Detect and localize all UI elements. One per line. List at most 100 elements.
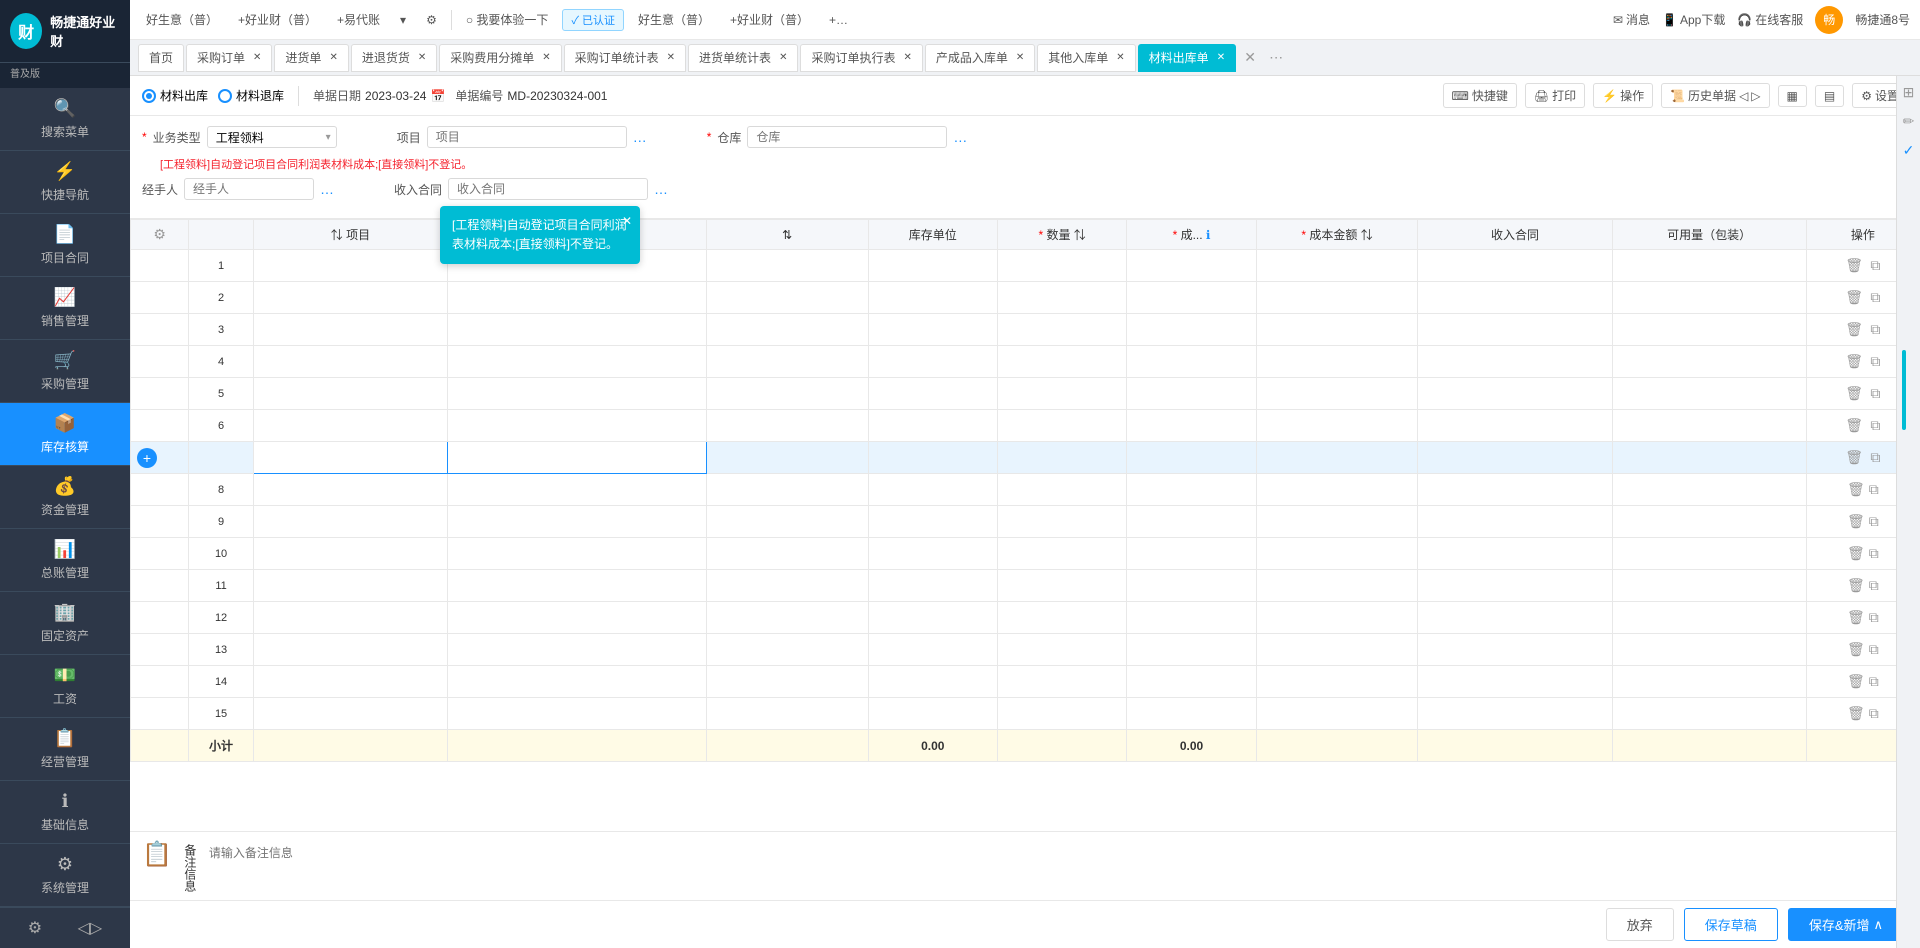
- sidebar-item-inventory[interactable]: 📦 库存核算: [0, 403, 130, 466]
- tab-home[interactable]: 首页: [138, 44, 184, 72]
- copy-row-btn[interactable]: ⧉: [1869, 609, 1879, 625]
- view-list-btn[interactable]: ▦: [1778, 85, 1807, 107]
- handler-input[interactable]: [184, 178, 314, 200]
- copy-row-btn[interactable]: ⧉: [1869, 705, 1879, 721]
- topnav-dropdown-arrow[interactable]: ▾: [394, 9, 412, 31]
- spec-cell[interactable]: [706, 314, 868, 346]
- unit-cell[interactable]: [868, 282, 997, 314]
- col-settings-header[interactable]: ⚙: [131, 220, 189, 250]
- online-service-btn[interactable]: 🎧 在线客服: [1737, 11, 1803, 28]
- sidebar-item-payroll[interactable]: 💵 工资: [0, 655, 130, 718]
- topnav-good-biz2[interactable]: 好生意（普）: [632, 7, 716, 32]
- tab-close[interactable]: ✕: [903, 52, 911, 63]
- view-detail-btn[interactable]: ▤: [1815, 85, 1844, 107]
- delete-row-btn[interactable]: 🗑: [1847, 481, 1865, 497]
- income-contract-cell[interactable]: [1418, 282, 1612, 314]
- settings-bottom-icon[interactable]: ⚙: [28, 918, 42, 938]
- sidebar-item-operation[interactable]: 📋 经营管理: [0, 718, 130, 781]
- right-panel-icon-1[interactable]: ⊞: [1903, 84, 1915, 101]
- tab-bar-more[interactable]: ⋯: [1264, 46, 1288, 70]
- operation-btn[interactable]: ⚡ 操作: [1593, 83, 1653, 108]
- delete-row-btn[interactable]: 🗑: [1847, 641, 1865, 657]
- copy-row-btn[interactable]: ⧉: [1870, 417, 1880, 433]
- right-panel-icon-3[interactable]: ✓: [1903, 142, 1915, 159]
- radio-material-out[interactable]: 材料出库: [142, 87, 208, 104]
- delete-row-btn[interactable]: 🗑: [1845, 417, 1863, 433]
- material-cell-active[interactable]: [448, 442, 707, 474]
- cost-price-cell[interactable]: [1127, 250, 1256, 282]
- cost-amount-cell[interactable]: [1256, 314, 1418, 346]
- history-btn[interactable]: 📜 历史单据 ◁ ▷: [1661, 83, 1769, 108]
- tab-close[interactable]: ✕: [1016, 52, 1024, 63]
- tab-close[interactable]: ✕: [1116, 52, 1124, 63]
- copy-row-btn[interactable]: ⧉: [1870, 321, 1880, 337]
- tooltip-close-btn[interactable]: ✕: [622, 212, 632, 231]
- tab-close[interactable]: ✕: [667, 52, 675, 63]
- sidebar-item-project[interactable]: 📄 项目合同: [0, 214, 130, 277]
- add-row-btn[interactable]: +: [137, 448, 157, 468]
- sidebar-item-ledger[interactable]: 📊 总账管理: [0, 529, 130, 592]
- sidebar-item-finance[interactable]: 💰 资金管理: [0, 466, 130, 529]
- col-settings-icon[interactable]: ⚙: [153, 226, 166, 242]
- tab-close[interactable]: ✕: [1217, 52, 1225, 63]
- tab-other-inbound[interactable]: 其他入库单 ✕: [1037, 44, 1135, 72]
- biztype-input[interactable]: [207, 126, 337, 148]
- tab-material-outbound[interactable]: 材料出库单 ✕: [1138, 44, 1236, 72]
- project-cell[interactable]: [253, 314, 447, 346]
- save-new-btn[interactable]: 保存&新增 ∧: [1788, 908, 1904, 941]
- copy-row-btn[interactable]: ⧉: [1870, 289, 1880, 305]
- available-cell[interactable]: [1612, 314, 1806, 346]
- project-cell[interactable]: [253, 282, 447, 314]
- income-contract-cell[interactable]: [1418, 314, 1612, 346]
- tab-finished-goods[interactable]: 产成品入库单 ✕: [925, 44, 1035, 72]
- copy-row-btn[interactable]: ⧉: [1869, 577, 1879, 593]
- discard-btn[interactable]: 放弃: [1606, 908, 1674, 941]
- quantity-cell[interactable]: [997, 282, 1126, 314]
- sidebar-item-system[interactable]: ⚙ 系统管理: [0, 844, 130, 907]
- user-name[interactable]: 畅捷通8号: [1855, 11, 1910, 28]
- quantity-cell[interactable]: [997, 250, 1126, 282]
- delete-row-btn[interactable]: 🗑: [1845, 289, 1863, 305]
- tab-purchase-order[interactable]: 采购订单 ✕: [186, 44, 272, 72]
- available-cell[interactable]: [1612, 250, 1806, 282]
- tab-purchase-expense[interactable]: 采购费用分摊单 ✕: [439, 44, 561, 72]
- topnav-good-biz[interactable]: 好生意（普）: [140, 7, 224, 32]
- delete-row-btn[interactable]: 🗑: [1845, 353, 1863, 369]
- delete-row-btn[interactable]: 🗑: [1847, 609, 1865, 625]
- project-input[interactable]: [427, 126, 627, 148]
- notes-input[interactable]: [209, 840, 1908, 880]
- right-panel-icon-2[interactable]: ✏: [1903, 113, 1915, 130]
- collapse-icon[interactable]: ◁▷: [78, 918, 103, 938]
- col-spec-header[interactable]: ⇅: [706, 220, 868, 250]
- tab-purchase-execute[interactable]: 采购订单执行表 ✕: [800, 44, 922, 72]
- copy-row-btn[interactable]: ⧉: [1869, 673, 1879, 689]
- copy-row-btn[interactable]: ⧉: [1869, 545, 1879, 561]
- sidebar-item-purchase[interactable]: 🛒 采购管理: [0, 340, 130, 403]
- copy-row-btn[interactable]: ⧉: [1870, 257, 1880, 273]
- tab-close[interactable]: ✕: [542, 52, 550, 63]
- tab-close[interactable]: ✕: [253, 52, 261, 63]
- topnav-agency[interactable]: +易代账: [331, 7, 386, 32]
- income-contract-input[interactable]: [448, 178, 648, 200]
- project-cell-active[interactable]: [253, 442, 447, 474]
- delete-row-btn[interactable]: 🗑: [1847, 545, 1865, 561]
- calendar-icon[interactable]: 📅: [430, 89, 445, 103]
- topnav-more[interactable]: +…: [823, 9, 854, 31]
- col-cost-amount-header[interactable]: * 成本金额 ⇅: [1256, 220, 1418, 250]
- copy-row-btn[interactable]: ⧉: [1870, 385, 1880, 401]
- sidebar-item-basic[interactable]: ℹ 基础信息: [0, 781, 130, 844]
- sidebar-item-quick-nav[interactable]: ⚡ 快捷导航: [0, 151, 130, 214]
- user-avatar[interactable]: 畅: [1815, 6, 1843, 34]
- quantity-cell[interactable]: [997, 314, 1126, 346]
- spec-cell[interactable]: [706, 250, 868, 282]
- delete-row-btn[interactable]: 🗑: [1845, 385, 1863, 401]
- tab-inbound-return[interactable]: 进退货货 ✕: [351, 44, 437, 72]
- info-icon[interactable]: ℹ: [1206, 228, 1211, 242]
- tab-inbound-stats[interactable]: 进货单统计表 ✕: [688, 44, 798, 72]
- warehouse-search-dots[interactable]: …: [953, 129, 967, 145]
- radio-material-return[interactable]: 材料退库: [218, 87, 284, 104]
- delete-row-btn[interactable]: 🗑: [1847, 673, 1865, 689]
- delete-row-btn[interactable]: 🗑: [1847, 577, 1865, 593]
- tab-close[interactable]: ✕: [779, 52, 787, 63]
- spec-cell[interactable]: [706, 282, 868, 314]
